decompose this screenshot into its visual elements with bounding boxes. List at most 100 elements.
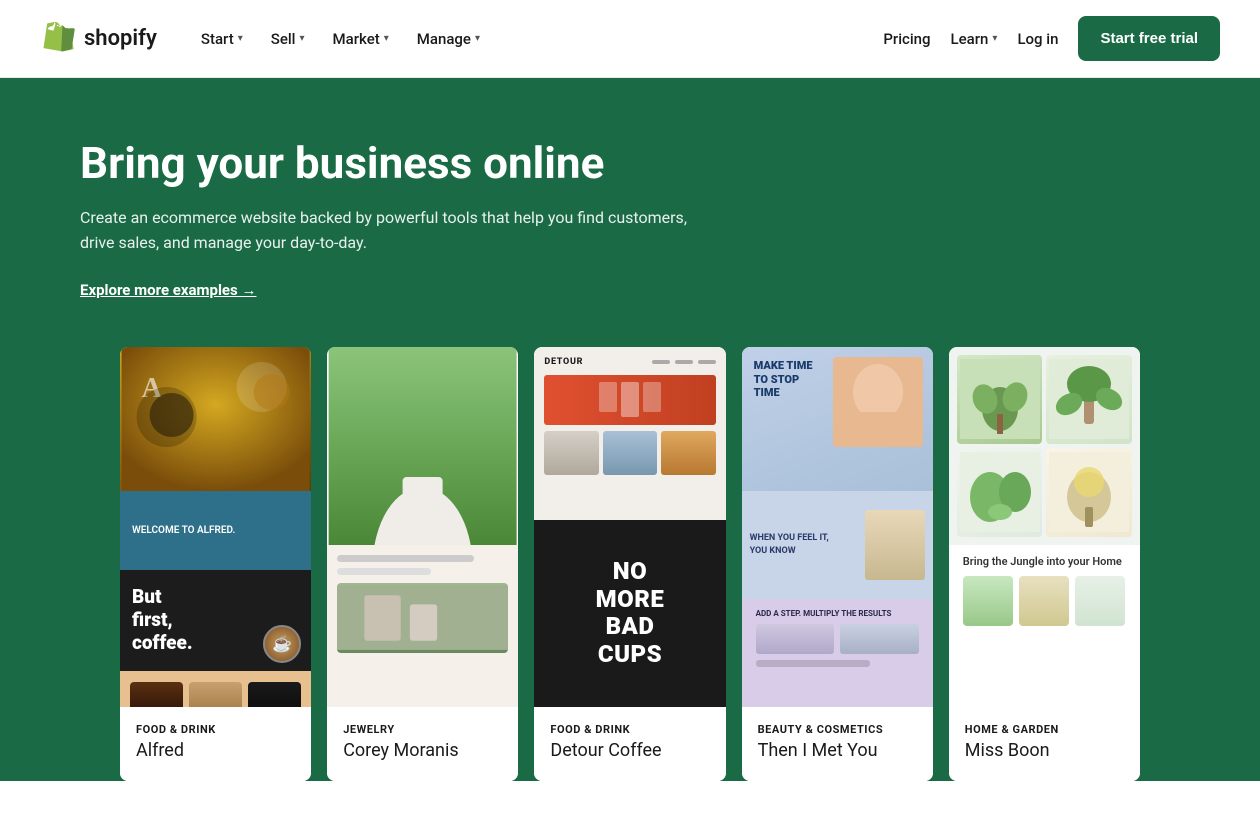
card-alfred[interactable]: A WELCOME TO ALFRED. Butfirst,c: [120, 347, 311, 781]
detour-prod-3: [661, 431, 715, 475]
detour-card-body: FOOD & DRINK Detour Coffee: [534, 707, 725, 781]
detour-nav-1: [652, 360, 670, 364]
timy-prod-1: [756, 624, 835, 654]
timy-name: Then I Met You: [758, 740, 917, 761]
timy-bottom: ADD A STEP. MULTIPLY THE RESULTS: [742, 599, 933, 707]
timy-mid: WHEN YOU FEEL IT,YOU KNOW: [742, 491, 933, 599]
alfred-tagline: Butfirst,coffee.: [132, 586, 193, 654]
logo[interactable]: shopify: [40, 21, 157, 57]
nav-manage-label: Manage: [417, 30, 471, 48]
missboon-card-body: HOME & GARDEN Miss Boon: [949, 707, 1140, 781]
nav-manage[interactable]: Manage ▾: [405, 22, 492, 56]
corey-card-body: JEWELRY Corey Moranis: [327, 707, 518, 781]
timy-text-line: [756, 660, 870, 667]
card-timy[interactable]: MAKE TIMETO STOPTIME WHEN YOU FEEL IT,YO…: [742, 347, 933, 781]
missboon-plant-1: [957, 355, 1043, 444]
corey-svg: [327, 347, 518, 545]
nav-pricing-label: Pricing: [883, 30, 930, 48]
missboon-products-row: [963, 576, 1126, 626]
nav-right: Pricing Learn ▾ Log in Start free trial: [883, 16, 1220, 61]
detour-prod-2: [603, 431, 657, 475]
hero-section: Bring your business online Create an eco…: [0, 78, 1260, 781]
detour-product-grid: [544, 431, 715, 475]
detour-nav-2: [675, 360, 693, 364]
nav-sell-label: Sell: [271, 30, 296, 48]
detour-name: Detour Coffee: [550, 740, 709, 761]
start-free-trial-button[interactable]: Start free trial: [1078, 16, 1220, 61]
cards-grid: A WELCOME TO ALFRED. Butfirst,c: [120, 347, 1140, 781]
timy-card-body: BEAUTY & COSMETICS Then I Met You: [742, 707, 933, 781]
detour-nav: [652, 360, 716, 364]
missboon-item-1: [963, 576, 1013, 626]
nav-market[interactable]: Market ▾: [321, 22, 401, 56]
detour-bottom: NOMOREBADCUPS: [534, 520, 725, 707]
nav-market-chevron-icon: ▾: [384, 33, 389, 44]
detour-top: DETOUR: [534, 347, 725, 520]
card-missboon[interactable]: Bring the Jungle into your Home HOME & G…: [949, 347, 1140, 781]
nav-start-label: Start: [201, 30, 234, 48]
alfred-coffee-section: Butfirst,coffee. ☕: [120, 570, 311, 671]
timy-mid-text: WHEN YOU FEEL IT,YOU KNOW: [750, 532, 855, 557]
corey-bottom: [327, 545, 518, 707]
corey-bottom-image: [337, 583, 508, 653]
nav-manage-chevron-icon: ▾: [475, 33, 480, 44]
logo-text: shopify: [84, 26, 157, 51]
missboon-plant-4: [1046, 448, 1132, 537]
card-corey[interactable]: JEWELRY Corey Moranis: [327, 347, 518, 781]
cards-section: A WELCOME TO ALFRED. Butfirst,c: [80, 347, 1180, 781]
alfred-bottom: [120, 671, 311, 707]
nav-sell[interactable]: Sell ▾: [259, 22, 317, 56]
alfred-card-body: FOOD & DRINK Alfred: [120, 707, 311, 781]
hero-title: Bring your business online: [80, 138, 1180, 189]
card-detour[interactable]: DETOUR: [534, 347, 725, 781]
hero-subtitle: Create an ecommerce website backed by po…: [80, 205, 700, 256]
alfred-product-2: [189, 682, 242, 707]
alfred-mid-text: WELCOME TO ALFRED.: [132, 524, 235, 537]
timy-prod-2: [840, 624, 919, 654]
alfred-category: FOOD & DRINK: [136, 723, 295, 736]
nav-login[interactable]: Log in: [1017, 30, 1058, 48]
detour-logo: DETOUR: [544, 357, 583, 367]
nav-market-label: Market: [333, 30, 380, 48]
nav-start[interactable]: Start ▾: [189, 22, 255, 56]
nav-learn-label: Learn: [951, 30, 989, 48]
corey-text-1: [337, 555, 474, 562]
detour-prod-1: [544, 431, 598, 475]
detour-tagline: NOMOREBADCUPS: [596, 558, 665, 668]
nav-sell-chevron-icon: ▾: [300, 33, 305, 44]
shopify-logo-icon: [40, 21, 76, 57]
explore-more-link[interactable]: Explore more examples →: [80, 281, 256, 299]
alfred-image-top: A: [120, 347, 311, 491]
alfred-image-mid: WELCOME TO ALFRED.: [120, 491, 311, 570]
missboon-bottom: Bring the Jungle into your Home: [949, 545, 1140, 707]
missboon-plant-3: [957, 448, 1043, 537]
corey-name: Corey Moranis: [343, 740, 502, 761]
corey-category: JEWELRY: [343, 723, 502, 736]
missboon-top: [949, 347, 1140, 545]
timy-category: BEAUTY & COSMETICS: [758, 723, 917, 736]
timy-title-text: MAKE TIMETO STOPTIME: [754, 359, 813, 400]
alfred-product-3: [248, 682, 301, 707]
detour-nav-3: [698, 360, 716, 364]
alfred-top-image: A: [120, 347, 311, 491]
alfred-name: Alfred: [136, 740, 295, 761]
missboon-category: HOME & GARDEN: [965, 723, 1124, 736]
nav-pricing[interactable]: Pricing: [883, 30, 930, 48]
navbar: shopify Start ▾ Sell ▾ Market ▾ Manage ▾…: [0, 0, 1260, 78]
corey-text-2: [337, 568, 431, 575]
detour-hero-image: [544, 375, 715, 425]
timy-top: MAKE TIMETO STOPTIME: [742, 347, 933, 491]
alfred-product-1: [130, 682, 183, 707]
corey-top-image: [327, 347, 518, 545]
timy-face-image: [833, 357, 923, 447]
detour-category: FOOD & DRINK: [550, 723, 709, 736]
nav-learn-chevron-icon: ▾: [992, 33, 997, 44]
missboon-subtitle: Bring the Jungle into your Home: [963, 555, 1126, 568]
nav-start-chevron-icon: ▾: [238, 33, 243, 44]
nav-menu: Start ▾ Sell ▾ Market ▾ Manage ▾: [189, 22, 883, 56]
missboon-plant-2: [1046, 355, 1132, 444]
detour-header: DETOUR: [544, 357, 715, 367]
timy-product: [865, 510, 925, 580]
nav-learn[interactable]: Learn ▾: [951, 30, 998, 48]
alfred-coffee-cup: ☕: [263, 625, 301, 663]
